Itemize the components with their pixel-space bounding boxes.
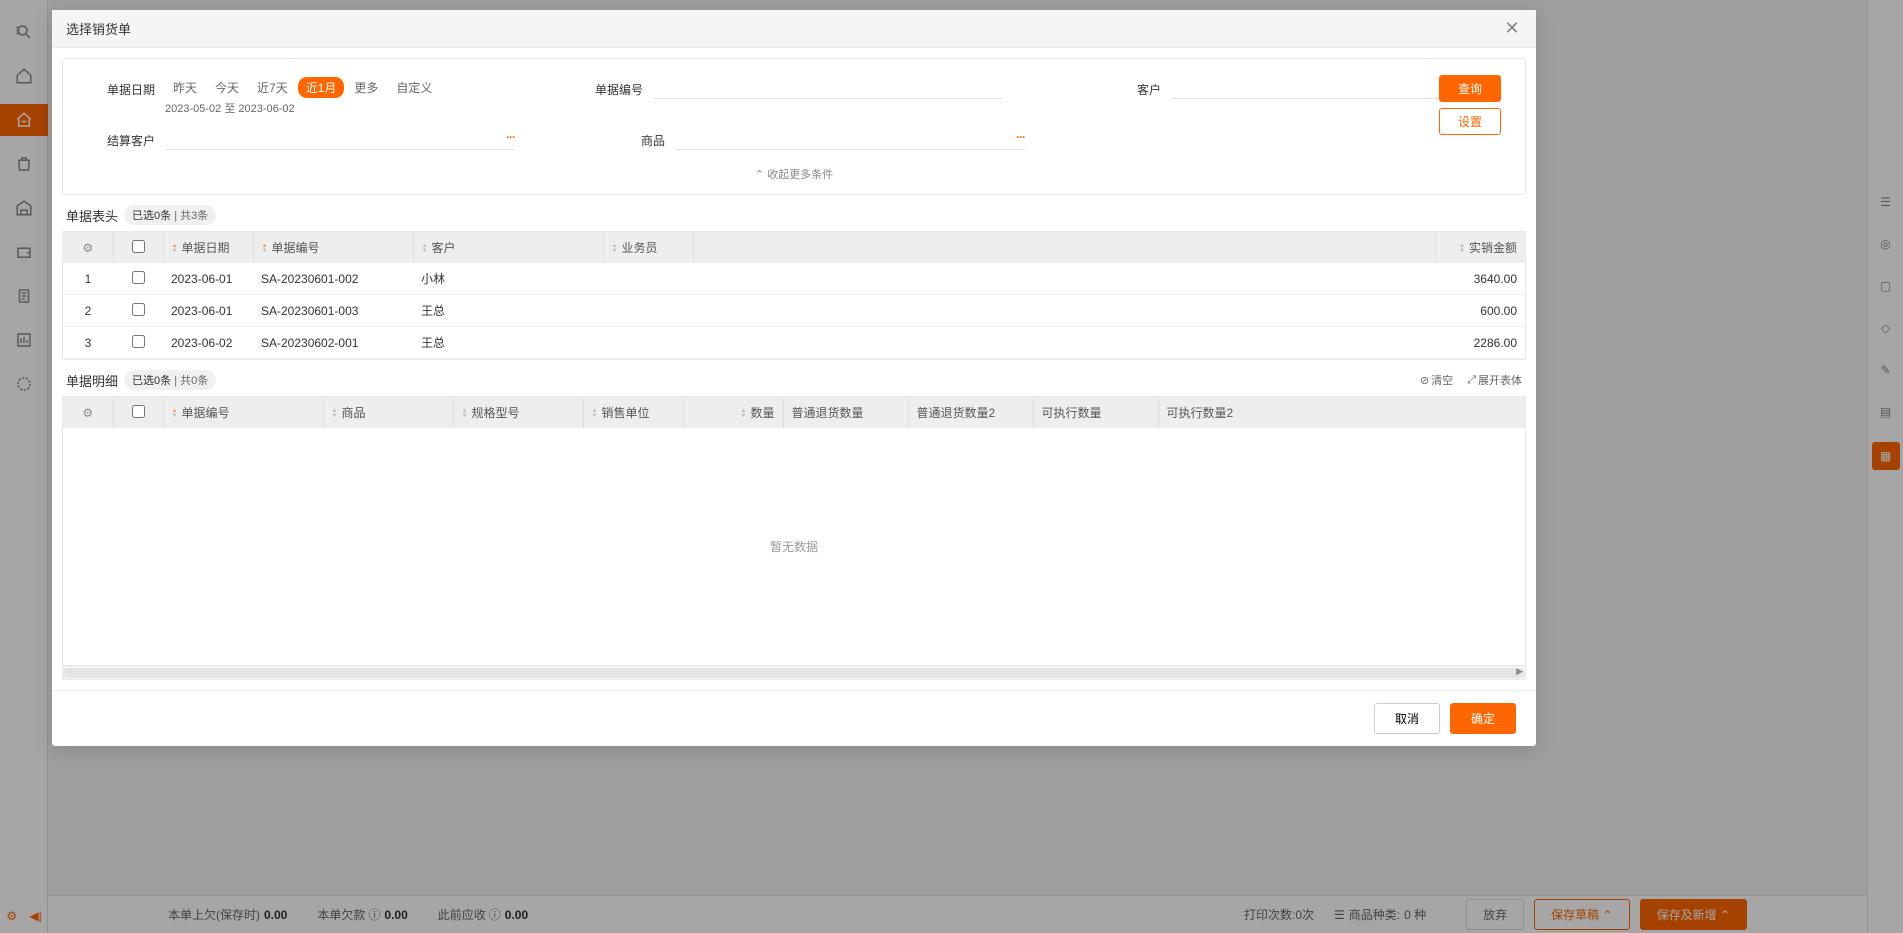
row-checkbox[interactable] [132, 335, 145, 348]
row-checkbox[interactable] [132, 303, 145, 316]
header-table: ⚙ 单据日期 单据编号 客户 业务员 实销金额 1 2023-06-01 SA-… [62, 231, 1526, 360]
select-all-checkbox[interactable] [132, 240, 145, 253]
filter-label-product: 商品 [597, 128, 675, 149]
select-sales-order-modal: 选择销货单 ✕ 单据日期 昨天 今天 近7天 近1月 更多 自定义 [52, 10, 1536, 746]
col-amount[interactable]: 实销金额 [1469, 241, 1517, 255]
date-tab-today[interactable]: 今天 [207, 77, 247, 98]
cell-date: 2023-06-01 [163, 263, 253, 295]
cell-docno: SA-20230601-003 [253, 295, 413, 327]
filter-label-customer: 客户 [1093, 77, 1171, 98]
sort-icon[interactable] [172, 408, 178, 420]
filter-label-settle-customer: 结算客户 [87, 128, 165, 149]
cell-salesperson [603, 263, 693, 295]
cell-customer: 王总 [413, 295, 603, 327]
product-lookup-icon[interactable]: ··· [1016, 130, 1025, 144]
date-tab-7days[interactable]: 近7天 [249, 77, 296, 98]
sort-icon[interactable] [612, 243, 618, 255]
cell-docno: SA-20230601-002 [253, 263, 413, 295]
cell-customer: 王总 [413, 327, 603, 359]
col-spec[interactable]: 规格型号 [471, 406, 519, 420]
detail-table: ⚙ 单据编号 商品 规格型号 销售单位 数量 普通退货数量 普通退货数量2 可执… [62, 396, 1526, 680]
sort-icon[interactable] [422, 243, 428, 255]
col-date[interactable]: 单据日期 [181, 241, 229, 255]
sort-icon[interactable] [741, 408, 747, 420]
col-customer[interactable]: 客户 [431, 241, 455, 255]
cell-date: 2023-06-02 [163, 327, 253, 359]
sort-icon[interactable] [262, 243, 268, 255]
row-index: 2 [63, 295, 113, 327]
expand-body-button[interactable]: ⤢展开表体 [1467, 372, 1522, 388]
select-all-detail-checkbox[interactable] [132, 405, 145, 418]
sort-icon[interactable] [462, 408, 468, 420]
sort-icon[interactable] [332, 408, 338, 420]
col-unit[interactable]: 销售单位 [601, 406, 649, 420]
detail-section-title: 单据明细 [66, 371, 118, 390]
detail-section-bar: 单据明细 已选0条 | 共0条 ⊘清空 ⤢展开表体 [62, 360, 1526, 396]
filter-panel: 单据日期 昨天 今天 近7天 近1月 更多 自定义 2023-05-02 至 2… [62, 58, 1526, 195]
header-section-title: 单据表头 [66, 206, 118, 225]
ok-button[interactable]: 确定 [1450, 703, 1516, 734]
settle-customer-input[interactable] [165, 128, 515, 150]
row-index: 3 [63, 327, 113, 359]
col-salesperson[interactable]: 业务员 [621, 241, 657, 255]
col-exec-qty[interactable]: 可执行数量 [1042, 406, 1102, 420]
modal-title: 选择销货单 [66, 19, 131, 38]
cell-salesperson [603, 327, 693, 359]
expand-icon: ⤢ [1467, 374, 1476, 387]
query-button[interactable]: 查询 [1439, 75, 1501, 102]
date-tab-custom[interactable]: 自定义 [388, 77, 440, 98]
sort-icon[interactable] [172, 243, 178, 255]
col-qty[interactable]: 数量 [750, 406, 774, 420]
cell-amount: 2286.00 [1435, 327, 1525, 359]
settings-button[interactable]: 设置 [1439, 108, 1501, 135]
collapse-filters-button[interactable]: 收起更多条件 [87, 162, 1501, 186]
cell-docno: SA-20230602-001 [253, 327, 413, 359]
modal-header: 选择销货单 ✕ [52, 10, 1536, 48]
gear-icon[interactable]: ⚙ [81, 241, 95, 255]
table-row[interactable]: 3 2023-06-02 SA-20230602-001 王总 2286.00 [63, 327, 1525, 359]
settle-customer-lookup-icon[interactable]: ··· [506, 130, 515, 144]
col-docno[interactable]: 单据编号 [181, 406, 229, 420]
filter-label-date: 单据日期 [87, 77, 165, 98]
empty-state: 暂无数据 [63, 428, 1525, 665]
product-input[interactable] [675, 128, 1025, 150]
detail-selection-badge: 已选0条 | 共0条 [124, 370, 216, 390]
date-range-text: 2023-05-02 至 2023-06-02 [165, 100, 440, 116]
filter-label-docno: 单据编号 [575, 77, 653, 98]
doc-no-input[interactable] [653, 77, 1003, 99]
table-row[interactable]: 2 2023-06-01 SA-20230601-003 王总 600.00 [63, 295, 1525, 327]
cell-amount: 600.00 [1435, 295, 1525, 327]
header-section-bar: 单据表头 已选0条 | 共3条 [62, 195, 1526, 231]
close-icon[interactable]: ✕ [1502, 19, 1522, 39]
horizontal-scrollbar[interactable] [63, 665, 1525, 679]
col-return-qty2[interactable]: 普通退货数量2 [917, 406, 996, 420]
clear-button[interactable]: ⊘清空 [1420, 372, 1453, 388]
col-exec-qty2[interactable]: 可执行数量2 [1167, 406, 1234, 420]
row-index: 1 [63, 263, 113, 295]
modal-footer: 取消 确定 [52, 690, 1536, 746]
cancel-button[interactable]: 取消 [1374, 703, 1440, 734]
gear-icon[interactable]: ⚙ [81, 406, 95, 420]
col-return-qty[interactable]: 普通退货数量 [792, 406, 864, 420]
col-product[interactable]: 商品 [341, 406, 365, 420]
date-tab-yesterday[interactable]: 昨天 [165, 77, 205, 98]
modal-body: 单据日期 昨天 今天 近7天 近1月 更多 自定义 2023-05-02 至 2… [52, 48, 1536, 690]
cell-date: 2023-06-01 [163, 295, 253, 327]
cell-salesperson [603, 295, 693, 327]
col-docno[interactable]: 单据编号 [271, 241, 319, 255]
row-checkbox[interactable] [132, 271, 145, 284]
clear-icon: ⊘ [1420, 374, 1429, 387]
header-selection-badge: 已选0条 | 共3条 [124, 205, 216, 225]
cell-customer: 小林 [413, 263, 603, 295]
date-tab-more[interactable]: 更多 [346, 77, 386, 98]
sort-icon[interactable] [592, 408, 598, 420]
cell-amount: 3640.00 [1435, 263, 1525, 295]
date-tab-1month[interactable]: 近1月 [298, 77, 345, 98]
sort-icon[interactable] [1459, 243, 1465, 255]
date-range-tabs: 昨天 今天 近7天 近1月 更多 自定义 [165, 77, 440, 98]
table-row[interactable]: 1 2023-06-01 SA-20230601-002 小林 3640.00 [63, 263, 1525, 295]
